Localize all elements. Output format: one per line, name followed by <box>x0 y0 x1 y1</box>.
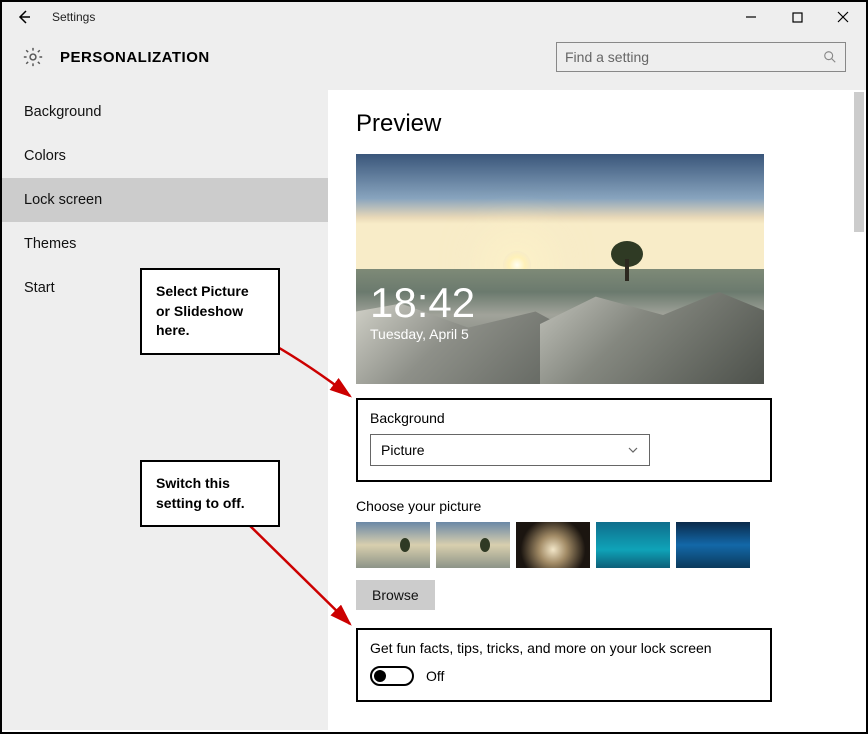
picture-thumbnail[interactable] <box>436 522 510 568</box>
picture-thumbnail[interactable] <box>516 522 590 568</box>
lock-screen-preview: 18:42 Tuesday, April 5 <box>356 154 764 384</box>
fun-facts-toggle[interactable] <box>370 666 414 686</box>
background-section: Background Picture <box>356 398 772 482</box>
preview-date: Tuesday, April 5 <box>370 326 475 342</box>
annotation-callout-2: Switch this setting to off. <box>140 460 280 527</box>
titlebar: Settings <box>2 2 866 32</box>
fun-facts-label: Get fun facts, tips, tricks, and more on… <box>370 640 758 656</box>
background-dropdown[interactable]: Picture <box>370 434 650 466</box>
minimize-button[interactable] <box>728 2 774 32</box>
picture-thumbnail[interactable] <box>356 522 430 568</box>
sidebar: Background Colors Lock screen Themes Sta… <box>2 90 328 730</box>
scrollbar[interactable] <box>854 92 864 232</box>
maximize-button[interactable] <box>774 2 820 32</box>
window-title: Settings <box>52 10 95 24</box>
preview-heading: Preview <box>356 110 836 138</box>
content: Preview 18:42 Tuesday, April 5 Backgroun… <box>328 90 866 730</box>
close-icon <box>837 11 849 23</box>
body: Background Colors Lock screen Themes Sta… <box>2 90 866 730</box>
background-label: Background <box>370 410 758 426</box>
picture-thumbnail[interactable] <box>676 522 750 568</box>
browse-button[interactable]: Browse <box>356 580 435 610</box>
close-button[interactable] <box>820 2 866 32</box>
search-input[interactable]: Find a setting <box>556 42 846 72</box>
gear-icon <box>22 46 44 68</box>
minimize-icon <box>745 11 757 23</box>
fun-facts-section: Get fun facts, tips, tricks, and more on… <box>356 628 772 702</box>
preview-time: 18:42 <box>370 282 475 324</box>
picture-thumbnail[interactable] <box>596 522 670 568</box>
header: PERSONALIZATION Find a setting <box>2 32 866 90</box>
maximize-icon <box>792 12 803 23</box>
annotation-callout-1: Select Picture or Slideshow here. <box>140 268 280 355</box>
chevron-down-icon <box>627 444 639 456</box>
sidebar-item-background[interactable]: Background <box>2 90 328 134</box>
sidebar-item-lock-screen[interactable]: Lock screen <box>2 178 328 222</box>
search-icon <box>823 50 837 64</box>
sidebar-item-colors[interactable]: Colors <box>2 134 328 178</box>
choose-picture-section: Choose your picture Browse <box>356 498 836 610</box>
background-dropdown-value: Picture <box>381 442 425 458</box>
back-button[interactable] <box>2 2 46 32</box>
search-placeholder: Find a setting <box>565 49 823 65</box>
sidebar-item-themes[interactable]: Themes <box>2 222 328 266</box>
preview-clock: 18:42 Tuesday, April 5 <box>370 282 475 342</box>
choose-picture-label: Choose your picture <box>356 498 836 514</box>
arrow-left-icon <box>16 9 32 25</box>
fun-facts-state: Off <box>426 668 444 684</box>
page-heading: PERSONALIZATION <box>60 49 210 66</box>
